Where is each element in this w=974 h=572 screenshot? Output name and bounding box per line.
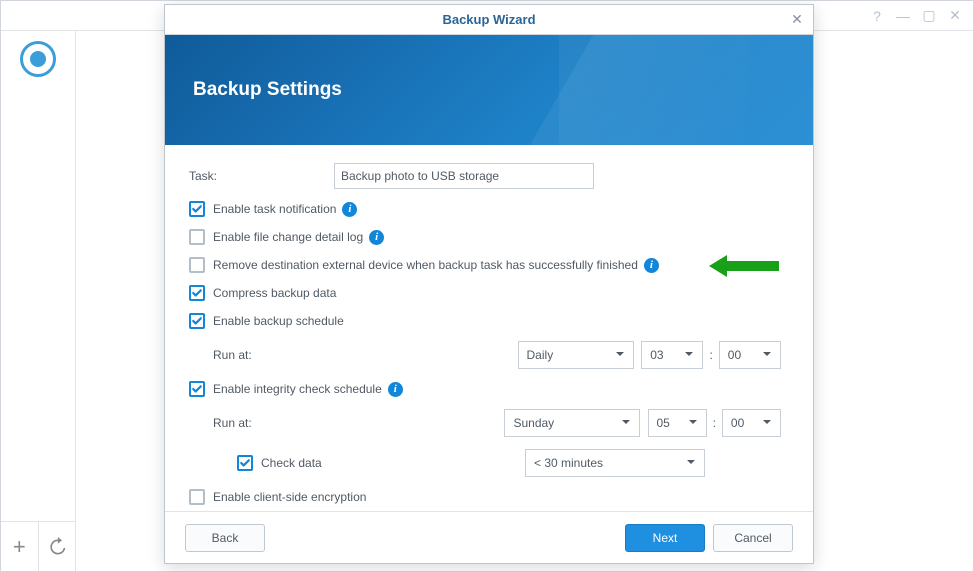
day-value: Sunday	[513, 416, 554, 430]
info-icon[interactable]: i	[388, 382, 403, 397]
minute-select[interactable]: 00	[719, 341, 781, 369]
task-input[interactable]	[334, 163, 594, 189]
minute-value: 00	[728, 348, 741, 362]
schedule-row: Enable backup schedule	[189, 313, 781, 329]
next-button-label: Next	[653, 531, 678, 545]
compress-label: Compress backup data	[213, 286, 336, 300]
back-button[interactable]: Back	[185, 524, 265, 552]
runat-label-2: Run at:	[213, 416, 333, 430]
integ-minute-select[interactable]: 00	[722, 409, 781, 437]
dialog-header: Backup Settings	[165, 35, 813, 145]
filechange-label: Enable file change detail log	[213, 230, 363, 244]
header-title: Backup Settings	[193, 79, 342, 101]
integ-hour-select[interactable]: 05	[648, 409, 707, 437]
back-button-label: Back	[212, 531, 239, 545]
duration-select[interactable]: < 30 minutes	[525, 449, 705, 477]
integrity-label: Enable integrity check schedule	[213, 382, 382, 396]
integrity-row: Enable integrity check schedule i	[189, 381, 781, 397]
encrypt-checkbox[interactable]	[189, 489, 205, 505]
frequency-value: Daily	[527, 348, 554, 362]
checkdata-checkbox[interactable]	[237, 455, 253, 471]
app-window: ? — ▢ ✕ + Backup Wizard ✕ Backup Setting…	[0, 0, 974, 572]
caret-down-icon	[762, 416, 772, 430]
checkdata-label: Check data	[261, 456, 322, 470]
notification-label: Enable task notification	[213, 202, 336, 216]
notification-row: Enable task notification i	[189, 201, 781, 217]
integrity-checkbox[interactable]	[189, 381, 205, 397]
annotation-arrow-icon	[709, 255, 779, 280]
encrypt-row: Enable client-side encryption	[189, 489, 781, 505]
remove-ext-row: Remove destination external device when …	[189, 257, 781, 273]
compress-checkbox[interactable]	[189, 285, 205, 301]
compress-row: Compress backup data	[189, 285, 781, 301]
backup-wizard-dialog: Backup Wizard ✕ Backup Settings Task: En…	[164, 4, 814, 564]
schedule-checkbox[interactable]	[189, 313, 205, 329]
bg-close-icon[interactable]: ✕	[945, 6, 965, 26]
schedule-runat-row: Run at: Daily 03 : 00	[189, 341, 781, 369]
caret-down-icon	[762, 348, 772, 362]
notification-checkbox[interactable]	[189, 201, 205, 217]
hour-value: 03	[650, 348, 663, 362]
hour-select[interactable]: 03	[641, 341, 703, 369]
close-icon[interactable]: ✕	[787, 9, 807, 29]
integ-hour-value: 05	[657, 416, 670, 430]
dialog-body: Task: Enable task notification i Enable …	[165, 145, 813, 511]
runat-label: Run at:	[213, 348, 333, 362]
task-label: Task:	[189, 169, 334, 183]
caret-down-icon	[688, 416, 698, 430]
info-icon[interactable]: i	[369, 230, 384, 245]
remove-ext-label: Remove destination external device when …	[213, 258, 638, 272]
bg-minimize-icon[interactable]: —	[893, 6, 913, 26]
time-colon: :	[709, 348, 712, 362]
caret-down-icon	[684, 348, 694, 362]
encrypt-label: Enable client-side encryption	[213, 490, 366, 504]
bg-maximize-icon[interactable]: ▢	[919, 6, 939, 26]
integrity-runat-row: Run at: Sunday 05 : 00	[189, 409, 781, 437]
day-select[interactable]: Sunday	[504, 409, 640, 437]
integ-minute-value: 00	[731, 416, 744, 430]
filechange-checkbox[interactable]	[189, 229, 205, 245]
dialog-footer: Back Next Cancel	[165, 511, 813, 563]
task-row: Task:	[189, 163, 781, 189]
caret-down-icon	[615, 348, 625, 362]
bg-help-icon[interactable]: ?	[867, 6, 887, 26]
info-icon[interactable]: i	[644, 258, 659, 273]
dialog-title: Backup Wizard	[442, 12, 535, 27]
filechange-row: Enable file change detail log i	[189, 229, 781, 245]
checkdata-row: Check data < 30 minutes	[189, 449, 781, 477]
dialog-titlebar: Backup Wizard ✕	[165, 5, 813, 35]
cancel-button-label: Cancel	[734, 531, 771, 545]
app-logo-icon[interactable]	[20, 41, 56, 77]
schedule-label: Enable backup schedule	[213, 314, 344, 328]
remove-ext-checkbox[interactable]	[189, 257, 205, 273]
caret-down-icon	[621, 416, 631, 430]
frequency-select[interactable]: Daily	[518, 341, 634, 369]
next-button[interactable]: Next	[625, 524, 705, 552]
caret-down-icon	[686, 456, 696, 470]
cancel-button[interactable]: Cancel	[713, 524, 793, 552]
history-icon[interactable]	[38, 522, 76, 571]
time-colon: :	[713, 416, 716, 430]
sidebar-bottom: +	[1, 521, 75, 571]
duration-value: < 30 minutes	[534, 456, 603, 470]
info-icon[interactable]: i	[342, 202, 357, 217]
sidebar: +	[1, 31, 76, 571]
add-icon[interactable]: +	[1, 522, 38, 571]
